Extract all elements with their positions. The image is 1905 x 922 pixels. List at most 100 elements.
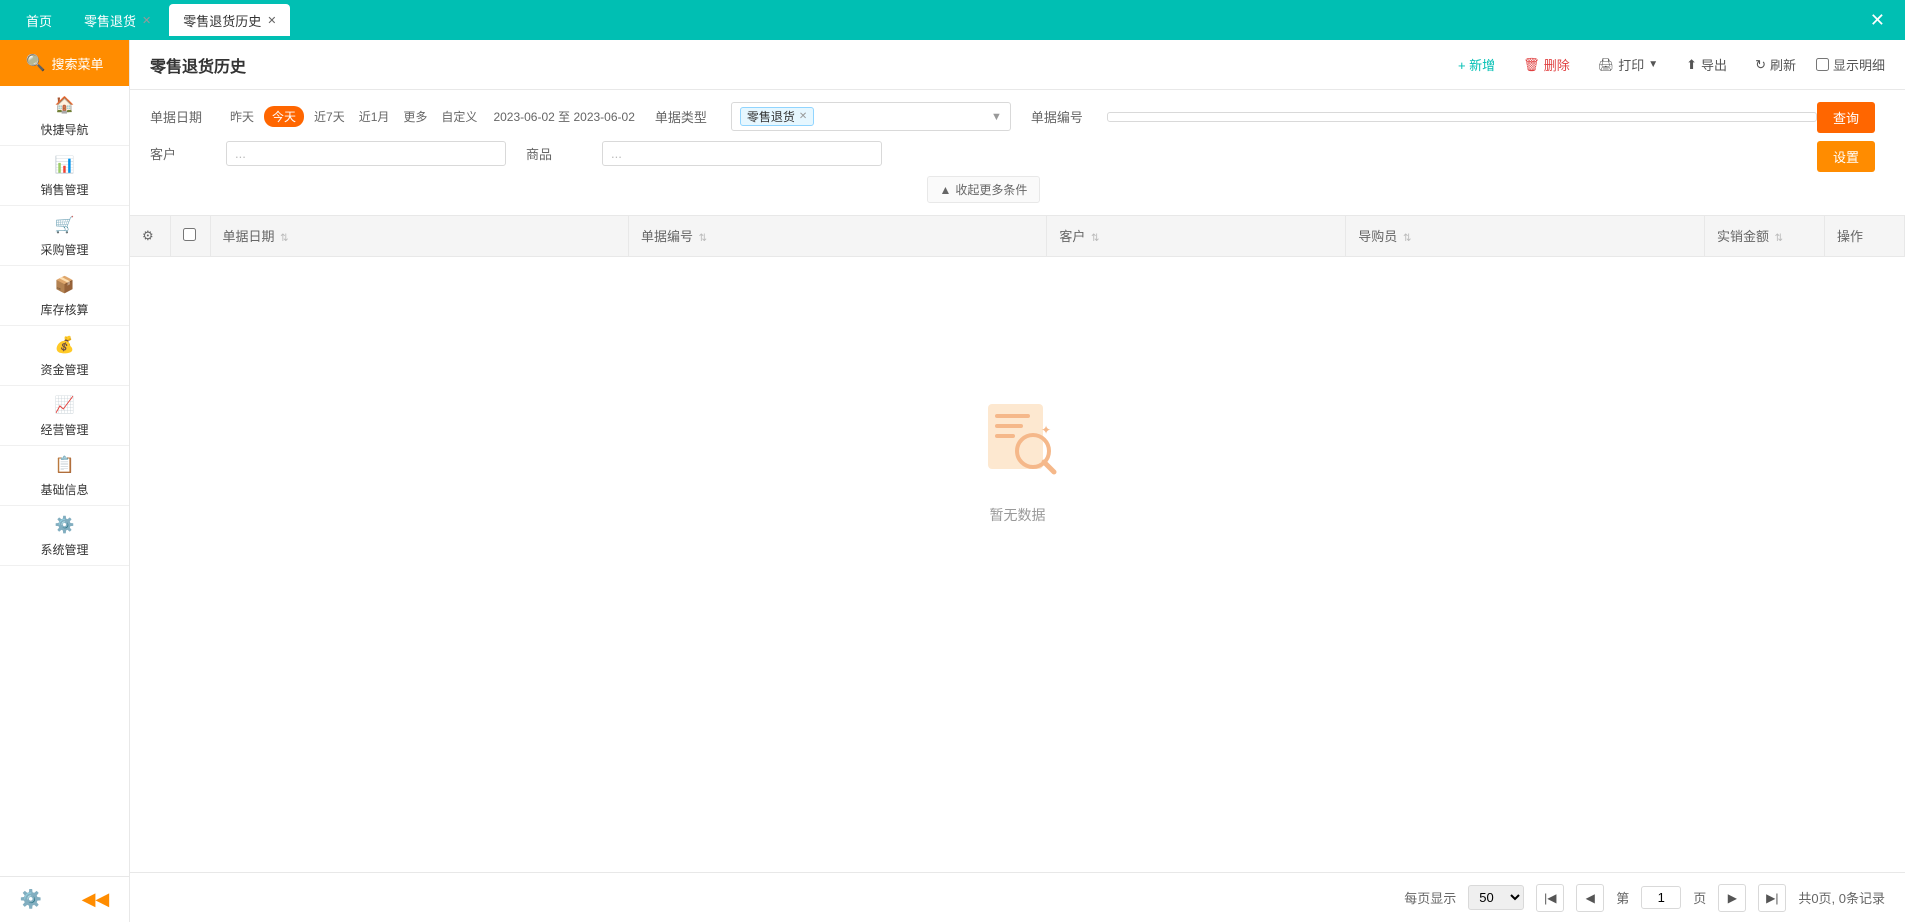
delete-button[interactable]: 🗑 删除: [1515, 51, 1578, 78]
page-label: 第: [1616, 888, 1629, 907]
goods-label: 商品: [526, 144, 582, 163]
sidebar-item-inventory[interactable]: 📦 库存核算: [0, 266, 129, 326]
th-settings[interactable]: ⚙: [130, 216, 170, 256]
print-icon: 🖨: [1598, 57, 1615, 73]
tab-home[interactable]: 首页: [12, 4, 66, 36]
per-page-label: 每页显示: [1404, 888, 1456, 907]
date-btn-more[interactable]: 更多: [399, 106, 431, 127]
app-close-button[interactable]: ✕: [1862, 10, 1893, 31]
date-filter-buttons: 昨天 今天 近7天 近1月 更多 自定义 2023-06-02 至 2023-0…: [226, 106, 635, 127]
top-bar-right: ✕: [1862, 10, 1893, 31]
query-btn-area: 查询 设置: [1817, 102, 1885, 172]
th-checkbox[interactable]: [170, 216, 210, 256]
close-tab-retail-return[interactable]: ✕: [142, 14, 151, 27]
operations-icon: 📈: [53, 393, 77, 417]
voucher-type-tag: 零售退货 ✕: [740, 107, 814, 126]
sidebar-item-quick-nav[interactable]: 🏠 快捷导航: [0, 86, 129, 146]
customer-label: 客户: [150, 144, 206, 163]
filter-row-1: 单据日期 昨天 今天 近7天 近1月 更多 自定义 2023-06-02 至 2…: [150, 102, 1817, 131]
empty-illustration: ✦: [968, 389, 1068, 489]
date-btn-today[interactable]: 今天: [264, 106, 304, 127]
date-btn-custom[interactable]: 自定义: [437, 106, 481, 127]
page-unit: 页: [1693, 888, 1706, 907]
svg-text:✦: ✦: [1041, 423, 1051, 437]
page-next-button[interactable]: ▶: [1718, 884, 1746, 912]
toolbar: + 新增 🗑 删除 🖨 打印 ▼ ⬆ 导出 ↻ 刷新: [1450, 51, 1885, 78]
sidebar-search[interactable]: 🔍 搜索菜单: [0, 40, 129, 86]
close-tab-retail-return-history[interactable]: ✕: [267, 14, 276, 27]
filter-row-2: 客户 ... 商品 ...: [150, 141, 1817, 166]
goods-input[interactable]: ...: [602, 141, 882, 166]
sidebar-item-sales[interactable]: 📊 销售管理: [0, 146, 129, 206]
per-page-select[interactable]: 50 100 200: [1468, 885, 1524, 910]
pagination-bar: 每页显示 50 100 200 |◀ ◀ 第 页 ▶ ▶| 共0页, 0条记录: [130, 872, 1905, 922]
show-detail-checkbox[interactable]: 显示明细: [1816, 55, 1885, 74]
refresh-icon: ↻: [1755, 57, 1766, 73]
empty-text: 暂无数据: [990, 505, 1046, 525]
th-voucher-no[interactable]: 单据编号 ⇅: [628, 216, 1046, 256]
date-btn-7days[interactable]: 近7天: [310, 106, 349, 127]
show-detail-check[interactable]: [1816, 58, 1829, 71]
date-filter-label: 单据日期: [150, 107, 206, 126]
date-range-display: 2023-06-02 至 2023-06-02: [493, 108, 634, 125]
th-date[interactable]: 单据日期 ⇅: [210, 216, 628, 256]
sidebar-item-system[interactable]: ⚙️ 系统管理: [0, 506, 129, 566]
date-btn-1month[interactable]: 近1月: [355, 106, 394, 127]
th-actions: 操作: [1825, 216, 1905, 256]
top-bar: 首页 零售退货 ✕ 零售退货历史 ✕ ✕: [0, 0, 1905, 40]
page-prev-button[interactable]: ◀: [1576, 884, 1604, 912]
select-all-checkbox[interactable]: [183, 228, 196, 241]
page-first-button[interactable]: |◀: [1536, 884, 1564, 912]
page-last-button[interactable]: ▶|: [1758, 884, 1786, 912]
sidebar-item-finance[interactable]: 💰 资金管理: [0, 326, 129, 386]
page-input[interactable]: [1641, 886, 1681, 909]
sidebar-item-purchase[interactable]: 🛒 采购管理: [0, 206, 129, 266]
data-table: ⚙ 单据日期 ⇅ 单据编号 ⇅: [130, 216, 1905, 257]
customer-input[interactable]: ...: [226, 141, 506, 166]
setting-button[interactable]: 设置: [1817, 141, 1875, 172]
empty-state: ✦ 暂无数据: [130, 257, 1905, 657]
basic-info-icon: 📋: [53, 453, 77, 477]
sidebar-item-operations[interactable]: 📈 经营管理: [0, 386, 129, 446]
tab-retail-return[interactable]: 零售退货 ✕: [70, 4, 165, 36]
collapse-button[interactable]: ▲ 收起更多条件: [927, 176, 1041, 203]
table-area: ⚙ 单据日期 ⇅ 单据编号 ⇅: [130, 216, 1905, 872]
tab-retail-return-history[interactable]: 零售退货历史 ✕: [169, 4, 290, 36]
customer-sort-icon: ⇅: [1091, 233, 1099, 244]
guide-sort-icon: ⇅: [1403, 233, 1411, 244]
sidebar-search-label: 搜索菜单: [51, 54, 103, 73]
print-button[interactable]: 🖨 打印 ▼: [1590, 51, 1666, 78]
filter-section: 单据日期 昨天 今天 近7天 近1月 更多 自定义 2023-06-02 至 2…: [150, 102, 1885, 203]
page-header: 零售退货历史 + 新增 🗑 删除 🖨 打印 ▼ ⬆ 导出: [130, 40, 1905, 90]
refresh-button[interactable]: ↻ 刷新: [1747, 51, 1804, 78]
export-button[interactable]: ⬆ 导出: [1678, 51, 1735, 78]
voucher-type-select[interactable]: 零售退货 ✕ ▼: [731, 102, 1011, 131]
export-icon: ⬆: [1686, 57, 1697, 73]
print-dropdown-icon: ▼: [1648, 59, 1658, 70]
date-btn-yesterday[interactable]: 昨天: [226, 106, 258, 127]
settings-bottom-icon[interactable]: ⚙️: [20, 889, 42, 910]
inventory-icon: 📦: [53, 273, 77, 297]
voucherno-sort-icon: ⇅: [699, 233, 707, 244]
voucher-type-label: 单据类型: [655, 107, 711, 126]
sales-icon: 📊: [53, 153, 77, 177]
sidebar-item-basic-info[interactable]: 📋 基础信息: [0, 446, 129, 506]
th-customer[interactable]: 客户 ⇅: [1047, 216, 1346, 256]
purchase-icon: 🛒: [53, 213, 77, 237]
voucher-type-tag-close[interactable]: ✕: [799, 111, 807, 122]
query-button[interactable]: 查询: [1817, 102, 1875, 133]
sidebar-menu: 🏠 快捷导航 📊 销售管理 🛒 采购管理 📦 库存核算 💰 资金管理 📈: [0, 86, 129, 876]
delete-icon: 🗑: [1523, 57, 1540, 73]
system-icon: ⚙️: [53, 513, 77, 537]
th-guide[interactable]: 导购员 ⇅: [1346, 216, 1705, 256]
date-sort-icon: ⇅: [280, 233, 288, 244]
voucher-type-arrow: ▼: [991, 111, 1002, 123]
th-amount[interactable]: 实销金额 ⇅: [1705, 216, 1825, 256]
sidebar-collapse-icon[interactable]: ◀◀: [82, 889, 110, 910]
page-title: 零售退货历史: [150, 53, 1450, 77]
filter-area: 单据日期 昨天 今天 近7天 近1月 更多 自定义 2023-06-02 至 2…: [130, 90, 1905, 216]
pagination-summary: 共0页, 0条记录: [1798, 888, 1885, 907]
voucher-no-input[interactable]: [1107, 112, 1817, 122]
settings-icon: ⚙: [142, 228, 154, 243]
new-button[interactable]: + 新增: [1450, 51, 1503, 78]
